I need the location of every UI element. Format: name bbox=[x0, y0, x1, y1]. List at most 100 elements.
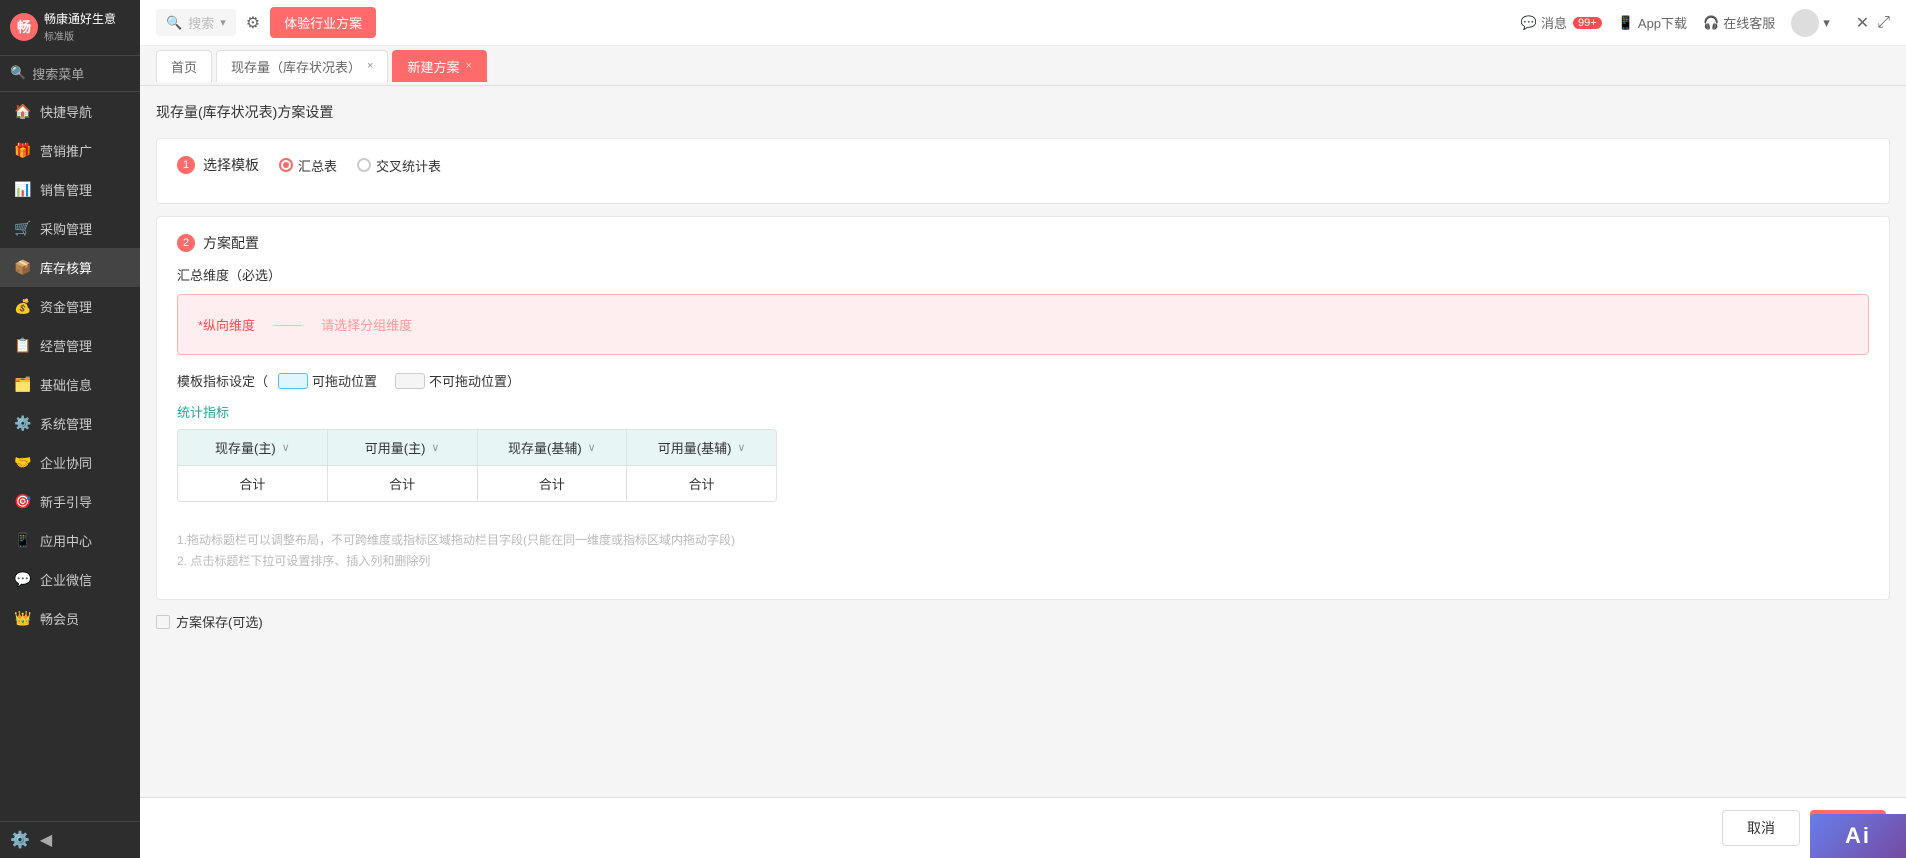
target-icon: 🎯 bbox=[14, 493, 32, 510]
topbar: 🔍 搜索 ▾ ⚙ 体验行业方案 💬 消息 99+ 📱 App下载 🎧 在线客服 bbox=[140, 0, 1906, 46]
sidebar-item-wechat[interactable]: 💬 企业微信 bbox=[0, 560, 140, 599]
sidebar-search-area[interactable]: 🔍 搜索菜单 bbox=[0, 56, 140, 92]
message-icon: 💬 bbox=[1521, 15, 1537, 31]
money-icon: 💰 bbox=[14, 298, 32, 315]
avatar bbox=[1791, 9, 1819, 37]
step2-section: 2 方案配置 汇总维度（必选） *纵向维度 —— 请选择分组维度 模板指标设定（ bbox=[156, 216, 1890, 600]
dimension-required-label: *纵向维度 bbox=[198, 315, 255, 334]
window-controls: ✕ ⤢ bbox=[1856, 13, 1890, 33]
col4-chevron-icon: ∨ bbox=[737, 441, 745, 454]
user-avatar[interactable]: ▾ bbox=[1791, 9, 1830, 37]
settings-footer-icon[interactable]: ⚙️ bbox=[10, 830, 30, 850]
app-download-button[interactable]: 📱 App下载 bbox=[1618, 13, 1687, 32]
message-badge: 99+ bbox=[1573, 17, 1602, 29]
chart-icon: 📊 bbox=[14, 181, 32, 198]
topbar-left: 🔍 搜索 ▾ ⚙ 体验行业方案 bbox=[156, 7, 376, 38]
summary-dimension-label: 汇总维度（必选） bbox=[177, 265, 1869, 284]
app-logo: 畅 畅康通好生意 标准版 bbox=[0, 0, 140, 56]
step2-title: 方案配置 bbox=[203, 233, 259, 253]
sidebar-item-operations[interactable]: 📋 经营管理 bbox=[0, 326, 140, 365]
bottom-bar: 取消 查询 bbox=[140, 797, 1906, 858]
message-button[interactable]: 💬 消息 99+ bbox=[1521, 13, 1602, 32]
tab-inventory-status[interactable]: 现存量（库存状况表） × bbox=[216, 50, 388, 82]
save-checkbox[interactable] bbox=[156, 615, 170, 629]
folder-icon: 🗂️ bbox=[14, 376, 32, 393]
step1-section: 1 选择模板 汇总表 交叉统计表 bbox=[156, 138, 1890, 204]
close-icon[interactable]: ✕ bbox=[1856, 13, 1869, 33]
step1-title: 选择模板 bbox=[203, 155, 259, 175]
stats-section-label: 统计指标 bbox=[177, 402, 1869, 421]
radio-cross-circle bbox=[357, 158, 371, 172]
sidebar-item-quick-nav[interactable]: 🏠 快捷导航 bbox=[0, 92, 140, 131]
stats-data-1: 合计 bbox=[178, 466, 328, 501]
search-menu-button[interactable]: 🔍 搜索菜单 bbox=[10, 64, 130, 83]
sidebar-item-inventory[interactable]: 📦 库存核算 bbox=[0, 248, 140, 287]
handshake-icon: 🤝 bbox=[14, 454, 32, 471]
topbar-gear-icon[interactable]: ⚙ bbox=[246, 13, 260, 33]
ai-badge[interactable]: Ai bbox=[1810, 814, 1906, 858]
topbar-search-placeholder: 搜索 bbox=[188, 13, 214, 32]
headset-icon: 🎧 bbox=[1703, 15, 1719, 31]
sidebar-item-app-center[interactable]: 📱 应用中心 bbox=[0, 521, 140, 560]
page-title: 现存量(库存状况表)方案设置 bbox=[156, 102, 1890, 122]
search-chevron-icon: ▾ bbox=[220, 16, 226, 29]
non-draggable-box bbox=[395, 373, 425, 389]
sidebar-item-cooperation[interactable]: 🤝 企业协同 bbox=[0, 443, 140, 482]
chevron-down-icon: ▾ bbox=[1823, 15, 1830, 31]
sidebar: 畅 畅康通好生意 标准版 🔍 搜索菜单 🏠 快捷导航 🎁 营销推广 📊 销售管理… bbox=[0, 0, 140, 858]
expand-icon[interactable]: ⤢ bbox=[1877, 14, 1890, 32]
save-label: 方案保存(可选) bbox=[176, 612, 263, 631]
topbar-search[interactable]: 🔍 搜索 ▾ bbox=[156, 9, 236, 36]
search-icon: 🔍 bbox=[10, 65, 26, 81]
cancel-button[interactable]: 取消 bbox=[1722, 810, 1800, 846]
logo-icon: 畅 bbox=[10, 13, 38, 41]
sidebar-item-system[interactable]: ⚙️ 系统管理 bbox=[0, 404, 140, 443]
step1-badge: 1 bbox=[177, 156, 195, 174]
draggable-indicator: 可拖动位置 bbox=[278, 371, 377, 390]
col2-chevron-icon: ∨ bbox=[431, 441, 439, 454]
experience-button[interactable]: 体验行业方案 bbox=[270, 7, 376, 38]
stats-col-3[interactable]: 现存量(基辅) ∨ bbox=[478, 430, 628, 465]
tab-new-plan-close-icon[interactable]: × bbox=[465, 60, 471, 72]
sidebar-item-purchase[interactable]: 🛒 采购管理 bbox=[0, 209, 140, 248]
sidebar-item-newbie[interactable]: 🎯 新手引导 bbox=[0, 482, 140, 521]
collapse-icon[interactable]: ◀ bbox=[40, 830, 52, 850]
sidebar-item-sales[interactable]: 📊 销售管理 bbox=[0, 170, 140, 209]
stats-data-2: 合计 bbox=[328, 466, 478, 501]
main-content: 🔍 搜索 ▾ ⚙ 体验行业方案 💬 消息 99+ 📱 App下载 🎧 在线客服 bbox=[140, 0, 1906, 858]
tab-new-plan[interactable]: 新建方案 × bbox=[392, 50, 486, 82]
stats-data-row: 合计 合计 合计 合计 bbox=[178, 465, 776, 501]
sidebar-item-finance[interactable]: 💰 资金管理 bbox=[0, 287, 140, 326]
save-row: 方案保存(可选) bbox=[156, 600, 1890, 643]
sidebar-item-marketing[interactable]: 🎁 营销推广 bbox=[0, 131, 140, 170]
sidebar-item-member[interactable]: 👑 畅会员 bbox=[0, 599, 140, 638]
draggable-box bbox=[278, 373, 308, 389]
content-area: 现存量(库存状况表)方案设置 1 选择模板 汇总表 交叉统计表 bbox=[140, 86, 1906, 797]
download-icon: 📱 bbox=[1618, 15, 1634, 31]
radio-cross-table[interactable]: 交叉统计表 bbox=[357, 156, 441, 175]
step1-header: 1 选择模板 汇总表 交叉统计表 bbox=[177, 155, 1869, 175]
tabbar: 首页 现存量（库存状况表） × 新建方案 × bbox=[140, 46, 1906, 86]
indicator-row: 模板指标设定（ 可拖动位置 不可拖动位置） bbox=[177, 371, 1869, 390]
stats-col-4[interactable]: 可用量(基辅) ∨ bbox=[627, 430, 776, 465]
gear-icon: ⚙️ bbox=[14, 415, 32, 432]
stats-col-2[interactable]: 可用量(主) ∨ bbox=[328, 430, 478, 465]
stats-col-1[interactable]: 现存量(主) ∨ bbox=[178, 430, 328, 465]
sidebar-footer: ⚙️ ◀ bbox=[0, 821, 140, 858]
step2-badge: 2 bbox=[177, 234, 195, 252]
tab-home[interactable]: 首页 bbox=[156, 50, 212, 82]
mobile-icon: 📱 bbox=[14, 532, 32, 549]
stats-table: 现存量(主) ∨ 可用量(主) ∨ 现存量(基辅) ∨ 可用量(基辅) ∨ bbox=[177, 429, 777, 502]
tab-inventory-close-icon[interactable]: × bbox=[367, 60, 373, 72]
radio-summary-table[interactable]: 汇总表 bbox=[279, 156, 337, 175]
sidebar-item-basic-info[interactable]: 🗂️ 基础信息 bbox=[0, 365, 140, 404]
clipboard-icon: 📋 bbox=[14, 337, 32, 354]
online-service-button[interactable]: 🎧 在线客服 bbox=[1703, 13, 1775, 32]
app-name: 畅康通好生意 标准版 bbox=[44, 12, 116, 43]
tip-2: 2. 点击标题栏下拉可设置排序、插入列和删除列 bbox=[177, 552, 1869, 569]
step2-header: 2 方案配置 bbox=[177, 233, 1869, 253]
home-icon: 🏠 bbox=[14, 103, 32, 120]
cart-icon: 🛒 bbox=[14, 220, 32, 237]
topbar-search-icon: 🔍 bbox=[166, 15, 182, 31]
chat-icon: 💬 bbox=[14, 571, 32, 588]
